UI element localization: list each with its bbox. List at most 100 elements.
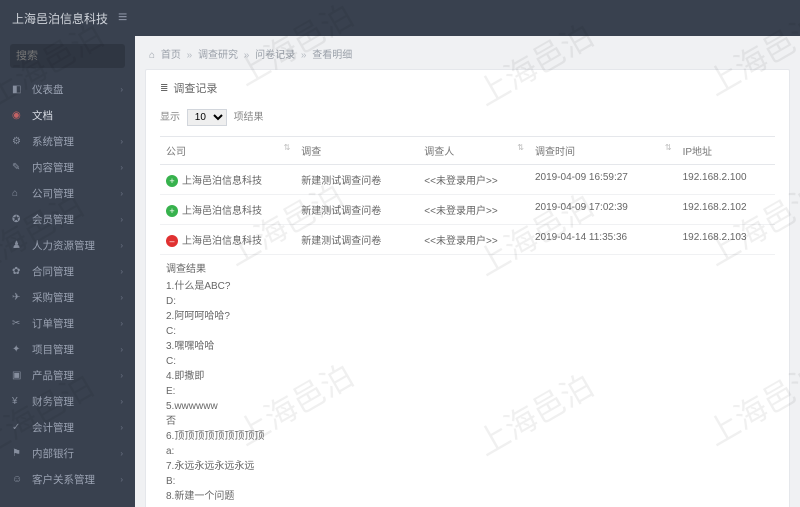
nav-label: 会员管理 <box>32 212 74 227</box>
col-ip[interactable]: IP地址 <box>677 137 775 165</box>
cell-survey: 新建测试调查问卷 <box>295 195 418 225</box>
detail-line: 6.顶顶顶顶顶顶顶顶顶 <box>166 429 769 444</box>
nav-label: 项目管理 <box>32 342 74 357</box>
detail-line: 3.嘿嘿哈哈 <box>166 339 769 354</box>
cell-survey: 新建测试调查问卷 <box>295 165 418 195</box>
chevron-right-icon: › <box>120 319 123 328</box>
nav-icon: ◧ <box>12 84 26 95</box>
topbar: 上海邑泊信息科技 ≡ <box>0 0 800 36</box>
detail-line: 1.什么是ABC? <box>166 279 769 294</box>
page-size-select[interactable]: 10 <box>187 109 227 126</box>
chevron-right-icon: › <box>120 267 123 276</box>
nav-icon: ✦ <box>12 344 26 355</box>
expand-toggle[interactable]: + <box>166 175 178 187</box>
chevron-right-icon: › <box>120 215 123 224</box>
home-icon[interactable]: ⌂ <box>149 50 155 61</box>
nav-label: 财务管理 <box>32 394 74 409</box>
cell-ip: 192.168.2.100 <box>677 165 775 195</box>
cell-company: 上海邑泊信息科技 <box>182 236 262 247</box>
sidebar-item[interactable]: ✓会计管理› <box>0 414 135 440</box>
cell-ip: 192.168.2.102 <box>677 195 775 225</box>
chevron-right-icon: › <box>120 475 123 484</box>
hamburger-icon[interactable]: ≡ <box>118 9 127 27</box>
sidebar-item[interactable]: ✿合同管理› <box>0 258 135 284</box>
chevron-right-icon: › <box>120 189 123 198</box>
sidebar-item[interactable]: ♟ 人力资源管理 › <box>0 232 135 258</box>
detail-row: 调查结果1.什么是ABC?D:2.阿呵呵哈哈?C:3.嘿嘿哈哈C:4.即撒即E:… <box>160 255 775 507</box>
nav-label: 内容管理 <box>32 160 74 175</box>
detail-title: 调查结果 <box>166 262 769 279</box>
col-survey[interactable]: 调查 <box>295 137 418 165</box>
nav-icon: ♟ <box>12 240 26 251</box>
sidebar-item[interactable]: ▣产品管理› <box>0 362 135 388</box>
sidebar-search[interactable]: ⌕ <box>10 44 125 68</box>
chevron-right-icon: › <box>120 345 123 354</box>
sidebar-item[interactable]: ✎内容管理› <box>0 154 135 180</box>
nav-icon: ✪ <box>12 214 26 225</box>
records-panel: ≣ 调查记录 显示 10 项结果 公司⇅调查调查人⇅调查时间⇅IP地址 +上海邑… <box>145 69 790 507</box>
app-title: 上海邑泊信息科技 <box>12 10 108 27</box>
chevron-right-icon: › <box>120 397 123 406</box>
detail-line: D: <box>166 294 769 309</box>
expand-toggle[interactable]: – <box>166 235 178 247</box>
chevron-right-icon: › <box>120 371 123 380</box>
sidebar: ⌕ ◧仪表盘›◉文档⚙系统管理›✎内容管理›⌂公司管理›✪会员管理›♟人力资源管… <box>0 36 135 507</box>
panel-title-text: 调查记录 <box>173 80 217 96</box>
nav-label: 人力资源管理 <box>32 238 95 253</box>
sidebar-item[interactable]: ¥ 财务管理 › <box>0 388 135 414</box>
col-company[interactable]: 公司⇅ <box>160 137 295 165</box>
detail-line: a: <box>166 444 769 459</box>
nav-icon: ⚙ <box>12 136 26 147</box>
chevron-right-icon: › <box>120 293 123 302</box>
nav-label: 内部银行 <box>32 446 74 461</box>
nav-label: 客户关系管理 <box>32 472 95 487</box>
cell-person: <<未登录用户>> <box>418 225 529 255</box>
records-table: 公司⇅调查调查人⇅调查时间⇅IP地址 +上海邑泊信息科技新建测试调查问卷<<未登… <box>160 136 775 507</box>
sidebar-item[interactable]: ⚑内部银行› <box>0 440 135 466</box>
nav-icon: ✎ <box>12 162 26 173</box>
col-person[interactable]: 调查人⇅ <box>418 137 529 165</box>
detail-line: 5.wwwwww <box>166 399 769 414</box>
page-length-control: 显示 10 项结果 <box>160 104 775 136</box>
list-icon: ≣ <box>160 83 168 94</box>
sidebar-item[interactable]: ✈ 采购管理 › <box>0 284 135 310</box>
sidebar-item[interactable]: ⌂公司管理› <box>0 180 135 206</box>
detail-line: 7.永远永远永远永远 <box>166 459 769 474</box>
breadcrumb: ⌂ 首页 » 调查研究 » 问卷记录 » 查看明细 <box>145 42 790 69</box>
sidebar-item[interactable]: ◧仪表盘› <box>0 76 135 102</box>
cell-person: <<未登录用户>> <box>418 195 529 225</box>
cell-survey: 新建测试调查问卷 <box>295 225 418 255</box>
table-row: +上海邑泊信息科技新建测试调查问卷<<未登录用户>>2019-04-09 17:… <box>160 195 775 225</box>
search-input[interactable] <box>16 50 135 62</box>
chevron-right-icon: › <box>120 449 123 458</box>
main-content: ⌂ 首页 » 调查研究 » 问卷记录 » 查看明细 ≣ 调查记录 显示 10 项… <box>135 36 800 507</box>
nav-label: 公司管理 <box>32 186 74 201</box>
detail-line: 8.新建一个问题 <box>166 489 769 504</box>
sidebar-item[interactable]: ✪ 会员管理 › <box>0 206 135 232</box>
detail-line: 4.即撒即 <box>166 369 769 384</box>
nav-icon: ✂ <box>12 318 26 329</box>
cell-time: 2019-04-14 11:35:36 <box>529 225 677 255</box>
nav-label: 采购管理 <box>32 290 74 305</box>
nav-icon: ¥ <box>12 396 26 407</box>
sidebar-item[interactable]: ⚙系统管理› <box>0 128 135 154</box>
breadcrumb-item[interactable]: 调查研究 <box>198 50 238 61</box>
expand-toggle[interactable]: + <box>166 205 178 217</box>
nav-icon: ✈ <box>12 292 26 303</box>
breadcrumb-item[interactable]: 查看明细 <box>312 50 352 61</box>
nav-icon: ✿ <box>12 266 26 277</box>
cell-time: 2019-04-09 17:02:39 <box>529 195 677 225</box>
breadcrumb-item[interactable]: 问卷记录 <box>255 50 295 61</box>
cell-ip: 192.168.2.103 <box>677 225 775 255</box>
sidebar-item[interactable]: ✦ 项目管理 › <box>0 336 135 362</box>
breadcrumb-home[interactable]: 首页 <box>161 50 181 61</box>
sidebar-item[interactable]: ☺客户关系管理› <box>0 466 135 492</box>
chevron-right-icon: › <box>120 241 123 250</box>
detail-line: E: <box>166 384 769 399</box>
nav-icon: ✓ <box>12 422 26 433</box>
sidebar-item[interactable]: ✂订单管理› <box>0 310 135 336</box>
sidebar-item[interactable]: ◉文档 <box>0 102 135 128</box>
cell-person: <<未登录用户>> <box>418 165 529 195</box>
detail-line: 否 <box>166 414 769 429</box>
col-time[interactable]: 调查时间⇅ <box>529 137 677 165</box>
